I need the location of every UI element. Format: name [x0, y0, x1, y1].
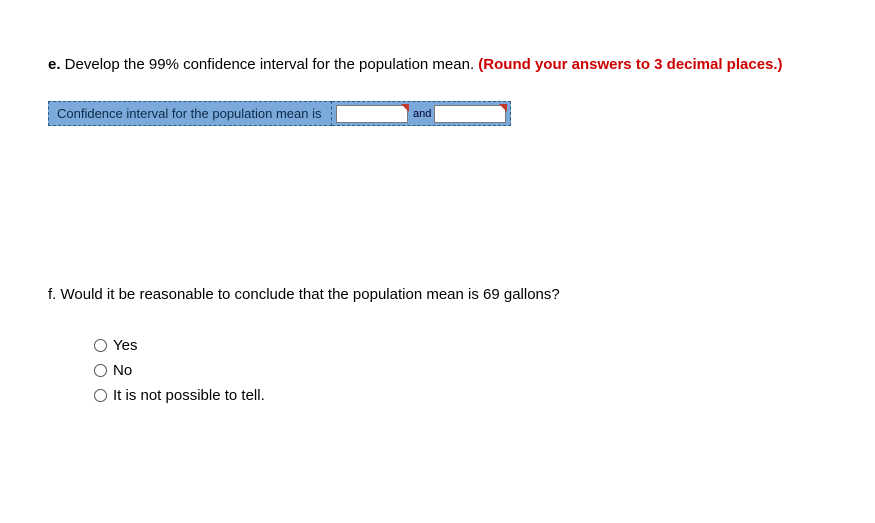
- radio-icon[interactable]: [94, 389, 107, 402]
- radio-icon[interactable]: [94, 339, 107, 352]
- ci-lower-input[interactable]: [336, 105, 408, 123]
- ci-label: Confidence interval for the population m…: [48, 101, 332, 126]
- radio-icon[interactable]: [94, 364, 107, 377]
- question-content: e. Develop the 99% confidence interval f…: [0, 0, 875, 404]
- question-e-letter: e.: [48, 56, 61, 73]
- option-not-possible[interactable]: It is not possible to tell.: [94, 387, 827, 404]
- flag-icon: [401, 104, 409, 112]
- ci-upper-input[interactable]: [434, 105, 506, 123]
- ci-and-text: and: [408, 108, 434, 120]
- question-e-instruction: (Round your answers to 3 decimal places.…: [478, 56, 782, 73]
- option-no[interactable]: No: [94, 362, 827, 379]
- question-f: f. Would it be reasonable to conclude th…: [48, 286, 827, 303]
- option-no-label: No: [113, 362, 132, 379]
- flag-icon: [499, 104, 507, 112]
- question-e: e. Develop the 99% confidence interval f…: [48, 56, 827, 73]
- question-e-text: Develop the 99% confidence interval for …: [61, 56, 479, 73]
- confidence-interval-row: Confidence interval for the population m…: [48, 101, 827, 126]
- option-not-possible-label: It is not possible to tell.: [113, 387, 265, 404]
- option-yes[interactable]: Yes: [94, 337, 827, 354]
- ci-input-cell: and: [332, 101, 511, 126]
- ci-input-wrap-1: [336, 105, 408, 123]
- option-yes-label: Yes: [113, 337, 137, 354]
- options-group: Yes No It is not possible to tell.: [48, 337, 827, 404]
- question-f-text: Would it be reasonable to conclude that …: [56, 286, 559, 303]
- ci-input-wrap-2: [434, 105, 506, 123]
